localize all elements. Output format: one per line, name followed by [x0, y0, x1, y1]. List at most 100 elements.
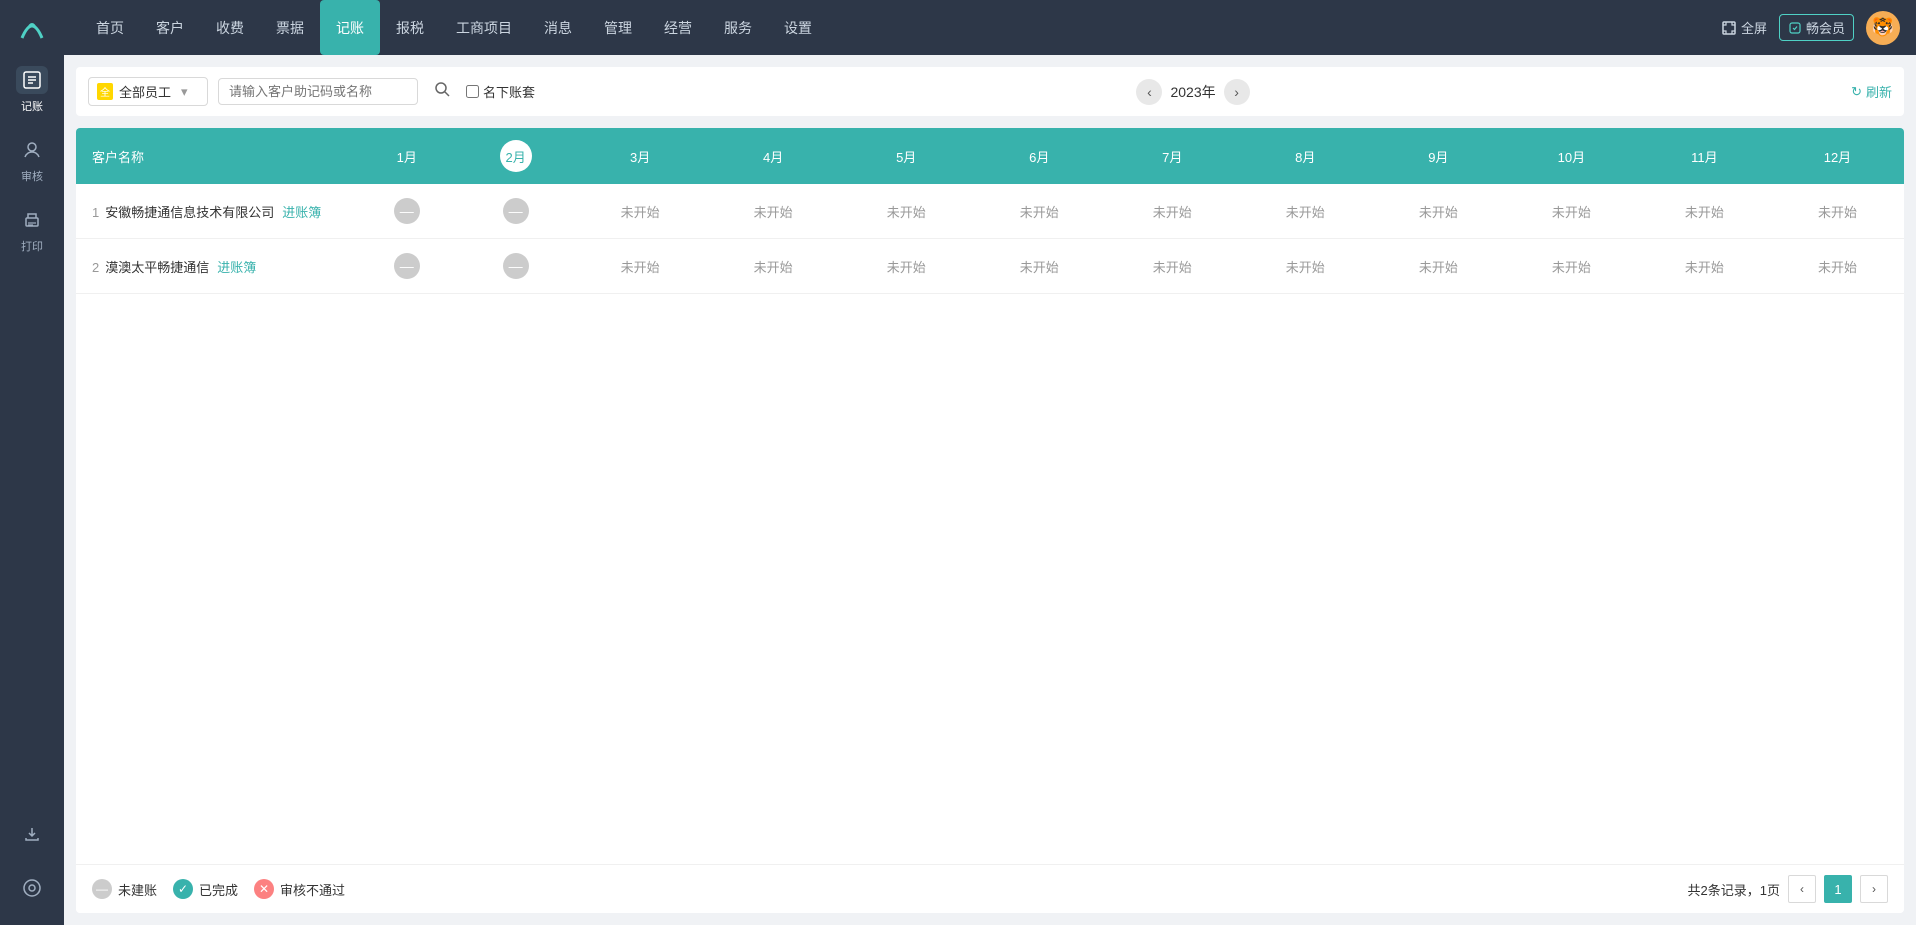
pagination: 共2条记录，1页 ‹ 1 ›: [1688, 875, 1888, 903]
nav-business[interactable]: 工商项目: [440, 0, 528, 55]
legend-not-started: — 未建账: [92, 879, 157, 899]
col-header-m1: 1月: [356, 128, 458, 184]
nav-billing[interactable]: 收费: [200, 0, 260, 55]
status-dash-icon: —: [503, 253, 529, 279]
month-cell-2: —: [458, 184, 574, 239]
nav-service[interactable]: 服务: [708, 0, 768, 55]
search-input[interactable]: [218, 78, 418, 105]
year-nav: ‹ 2023年 ›: [1136, 79, 1249, 105]
employee-tag: 全: [97, 83, 113, 100]
refresh-button[interactable]: ↻ 刷新: [1851, 82, 1892, 101]
status-not-started: 未开始: [1286, 205, 1325, 220]
nav-home[interactable]: 首页: [80, 0, 140, 55]
main-area: 首页 客户 收费 票据 记账 报税 工商项目 消息 管理 经营 服务 设置: [64, 0, 1916, 925]
status-not-started: 未开始: [1286, 260, 1325, 275]
topnav-menu: 首页 客户 收费 票据 记账 报税 工商项目 消息 管理 经营 服务 设置: [80, 0, 1721, 55]
nav-manage[interactable]: 管理: [588, 0, 648, 55]
page-prev-button[interactable]: ‹: [1788, 875, 1816, 903]
sidebar-support[interactable]: [0, 863, 64, 913]
legend-rejected: ✕ 审核不通过: [254, 879, 345, 899]
table-row: 1安徽畅捷通信息技术有限公司进账簿——未开始未开始未开始未开始未开始未开始未开始…: [76, 184, 1904, 239]
month-cell-11: 未开始: [1638, 184, 1771, 239]
chevron-down-icon: ▾: [181, 84, 188, 100]
customer-name: 漠澳太平畅捷通信: [105, 260, 209, 275]
month-cell-2: —: [458, 239, 574, 294]
status-not-started: 未开始: [1020, 205, 1059, 220]
legend-red-label: 审核不通过: [280, 880, 345, 899]
col-header-name: 客户名称: [76, 128, 356, 184]
employee-select[interactable]: 全 全部员工 ▾: [88, 77, 208, 106]
enter-ledger-link[interactable]: 进账簿: [217, 260, 256, 275]
fullscreen-label: 全屏: [1741, 18, 1767, 37]
nav-invoice[interactable]: 票据: [260, 0, 320, 55]
print-icon: [16, 206, 48, 234]
month-cell-12: 未开始: [1771, 239, 1904, 294]
sidebar-label-ledger: 记账: [21, 98, 43, 114]
nav-message[interactable]: 消息: [528, 0, 588, 55]
nav-operation[interactable]: 经营: [648, 0, 708, 55]
col-header-m11: 11月: [1638, 128, 1771, 184]
month-cell-10: 未开始: [1505, 184, 1638, 239]
year-next-button[interactable]: ›: [1224, 79, 1250, 105]
year-display: 2023年: [1170, 82, 1215, 102]
nav-customer[interactable]: 客户: [140, 0, 200, 55]
row-number: 2: [92, 260, 99, 275]
sidebar-download[interactable]: [0, 809, 64, 859]
refresh-icon: ↻: [1851, 84, 1862, 100]
month-cell-8: 未开始: [1239, 239, 1372, 294]
customer-name-cell: 2 漠澳太平畅捷通信进账簿: [76, 239, 356, 294]
col-header-m6: 6月: [973, 128, 1106, 184]
sidebar-item-ledger[interactable]: 记账: [0, 55, 64, 125]
legend-gray-label: 未建账: [118, 880, 157, 899]
member-button[interactable]: 畅会员: [1779, 14, 1854, 41]
nav-settings[interactable]: 设置: [768, 0, 828, 55]
sidebar-label-print: 打印: [21, 238, 43, 254]
page-current: 1: [1824, 875, 1852, 903]
mine-checkbox[interactable]: [466, 85, 479, 98]
status-not-started: 未开始: [1685, 205, 1724, 220]
sidebar-item-print[interactable]: 打印: [0, 195, 64, 265]
month-cell-1: —: [356, 239, 458, 294]
ledger-icon: [16, 66, 48, 94]
status-not-started: 未开始: [1153, 260, 1192, 275]
status-not-started: 未开始: [621, 205, 660, 220]
refresh-label: 刷新: [1866, 82, 1892, 101]
page-next-button[interactable]: ›: [1860, 875, 1888, 903]
month-cell-12: 未开始: [1771, 184, 1904, 239]
col-header-m2: 2月: [458, 128, 574, 184]
legend-gray-dot: —: [92, 879, 112, 899]
status-dash-icon: —: [394, 198, 420, 224]
status-not-started: 未开始: [1552, 260, 1591, 275]
nav-ledger[interactable]: 记账: [320, 0, 380, 55]
month-cell-8: 未开始: [1239, 184, 1372, 239]
month-cell-7: 未开始: [1106, 239, 1239, 294]
sidebar-label-audit: 审核: [21, 168, 43, 184]
status-not-started: 未开始: [754, 205, 793, 220]
sidebar-item-audit[interactable]: 审核: [0, 125, 64, 195]
year-prev-button[interactable]: ‹: [1136, 79, 1162, 105]
fullscreen-button[interactable]: 全屏: [1721, 18, 1767, 37]
nav-tax[interactable]: 报税: [380, 0, 440, 55]
col-header-m3: 3月: [574, 128, 707, 184]
status-not-started: 未开始: [621, 260, 660, 275]
status-not-started: 未开始: [887, 205, 926, 220]
sidebar: 记账 审核 打印: [0, 0, 64, 925]
mine-checkbox-label[interactable]: 名下账套: [466, 82, 535, 101]
enter-ledger-link[interactable]: 进账簿: [282, 205, 321, 220]
month-cell-11: 未开始: [1638, 239, 1771, 294]
status-not-started: 未开始: [1685, 260, 1724, 275]
status-not-started: 未开始: [1818, 205, 1857, 220]
row-number: 1: [92, 205, 99, 220]
col-header-m4: 4月: [707, 128, 840, 184]
status-not-started: 未开始: [1153, 205, 1192, 220]
avatar[interactable]: 🐯: [1866, 11, 1900, 45]
col-header-m9: 9月: [1372, 128, 1505, 184]
table-footer: — 未建账 ✓ 已完成 ✕ 审核不通过 共2条记录，1页 ‹ 1 ›: [76, 864, 1904, 913]
table-scroll[interactable]: 客户名称 1月 2月 3月 4月 5月 6月 7月 8月 9月: [76, 128, 1904, 864]
search-button[interactable]: [428, 79, 456, 104]
table-row: 2漠澳太平畅捷通信进账簿——未开始未开始未开始未开始未开始未开始未开始未开始未开…: [76, 239, 1904, 294]
status-dash-icon: —: [394, 253, 420, 279]
status-not-started: 未开始: [1419, 260, 1458, 275]
month-cell-4: 未开始: [707, 184, 840, 239]
month-cell-9: 未开始: [1372, 184, 1505, 239]
